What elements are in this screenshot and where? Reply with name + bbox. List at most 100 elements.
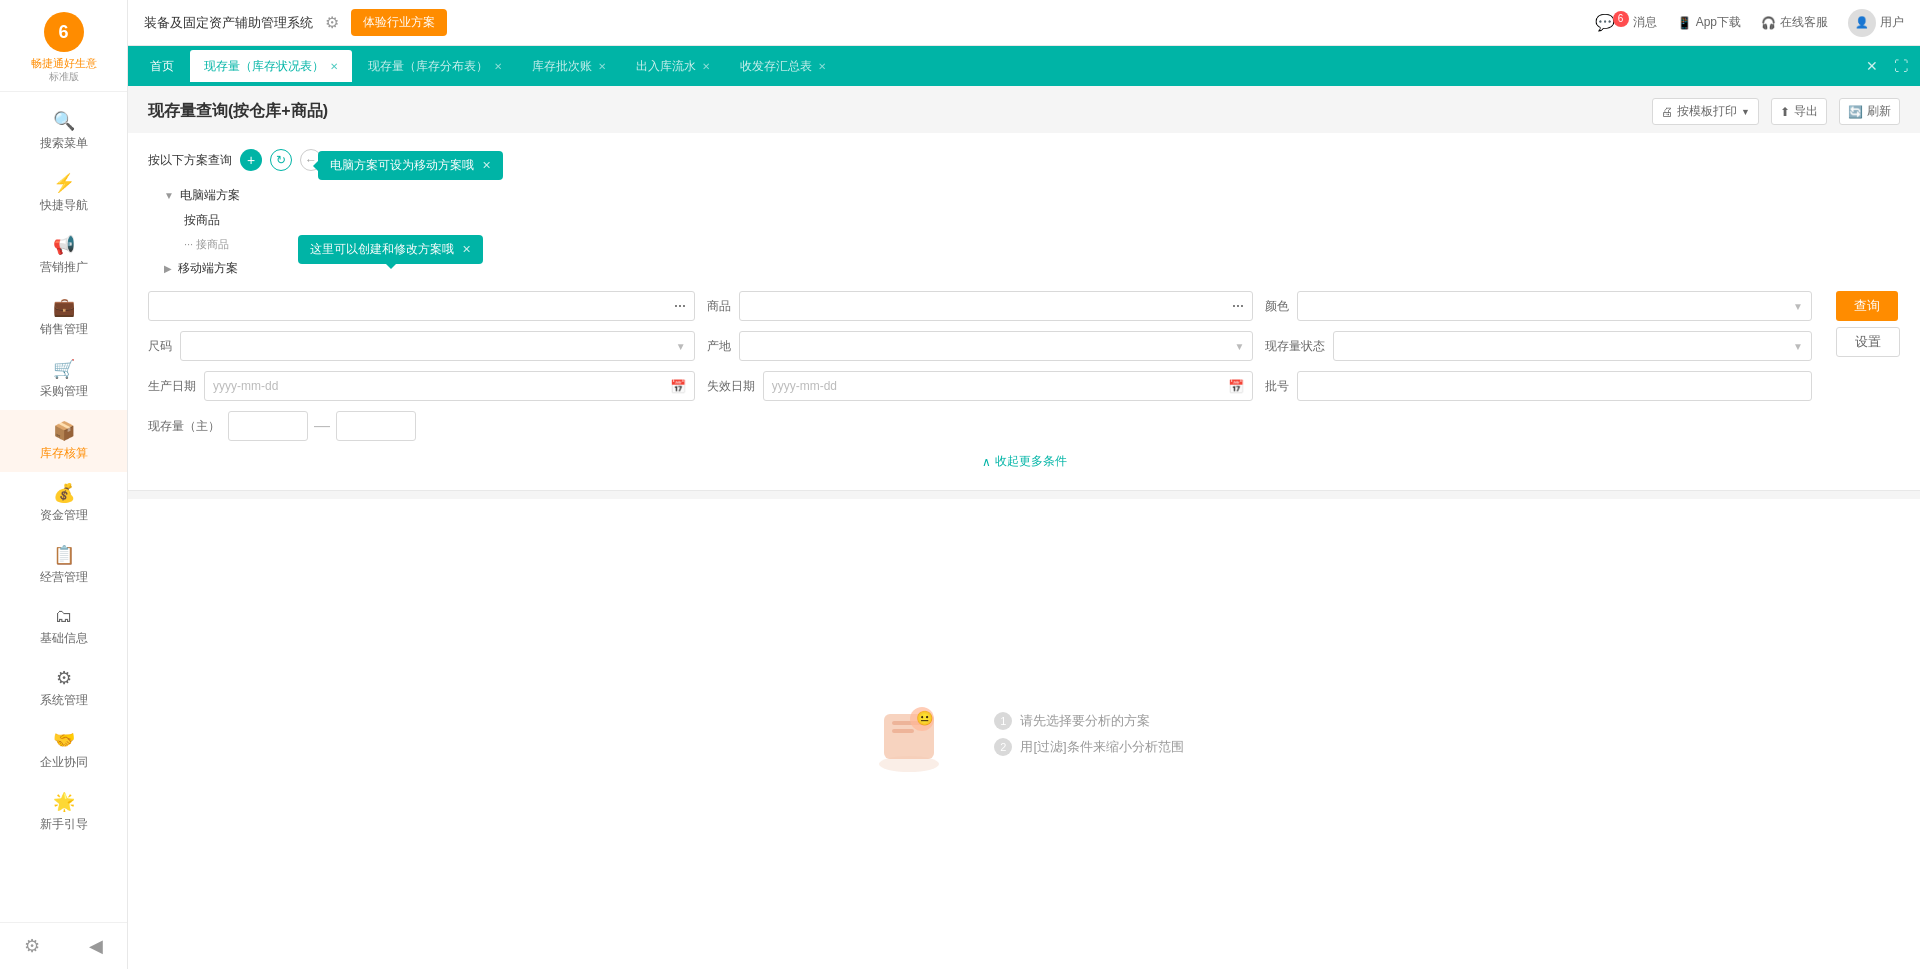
sidebar-item-marketing[interactable]: 📢 营销推广 — [0, 224, 127, 286]
sidebar-item-sales[interactable]: 💼 销售管理 — [0, 286, 127, 348]
filter-scheme-row: 按以下方案查询 + ↻ ← 电脑方案可设为移动方案哦 ✕ — [148, 149, 1900, 171]
messages-btn[interactable]: 💬 6 消息 — [1595, 13, 1657, 32]
size-arrow-icon: ▼ — [676, 341, 686, 352]
refresh-btn[interactable]: 🔄 刷新 — [1839, 98, 1900, 125]
add-scheme-btn[interactable]: + — [240, 149, 262, 171]
collapse-conditions-btn[interactable]: ∧ 收起更多条件 — [148, 445, 1900, 474]
chevron-down-icon: ▼ — [1741, 107, 1750, 117]
sidebar-item-label-quick-nav: 快捷导航 — [40, 197, 88, 214]
svg-text:😐: 😐 — [916, 710, 934, 727]
pc-scheme-group[interactable]: ▼ 电脑端方案 — [156, 183, 1900, 208]
batch-label: 批号 — [1265, 378, 1289, 395]
finance-icon: 💰 — [53, 482, 75, 504]
export-icon: ⬆ — [1780, 105, 1790, 119]
prod-date-placeholder: yyyy-mm-dd — [213, 379, 278, 393]
tab-home[interactable]: 首页 — [136, 50, 188, 82]
chevron-up-icon: ∧ — [982, 455, 991, 469]
sidebar-collapse-icon[interactable]: ◀ — [89, 935, 103, 957]
sidebar-item-quick-nav[interactable]: ⚡ 快捷导航 — [0, 162, 127, 224]
inventory-main-from[interactable] — [228, 411, 308, 441]
filter-row-4: 现存量（主） — — [148, 411, 1812, 441]
goods-select[interactable]: ⋯ — [739, 291, 1254, 321]
sidebar-item-purchase[interactable]: 🛒 采购管理 — [0, 348, 127, 410]
origin-select[interactable]: ▼ — [739, 331, 1254, 361]
guide-icon: 🌟 — [53, 791, 75, 813]
inventory-main-label: 现存量（主） — [148, 418, 220, 435]
warehouse-select[interactable]: ⋯ — [148, 291, 695, 321]
tooltip1-close[interactable]: ✕ — [482, 159, 491, 172]
size-select[interactable]: ▼ — [180, 331, 695, 361]
pc-scheme-label: 电脑端方案 — [180, 187, 240, 204]
scheme-tree-container: ▼ 电脑端方案 按商品 ··· 接商品 ▶ 移动端方案 — [148, 183, 1900, 281]
sidebar-item-enterprise[interactable]: 🤝 企业协同 — [0, 719, 127, 781]
inventory-status-select[interactable]: ▼ — [1333, 331, 1812, 361]
sidebar-item-system[interactable]: ⚙ 系统管理 — [0, 657, 127, 719]
sidebar-item-label-sales: 销售管理 — [40, 321, 88, 338]
refresh-scheme-btn[interactable]: ↻ — [270, 149, 292, 171]
sidebar-item-finance[interactable]: 💰 资金管理 — [0, 472, 127, 534]
scheme-tree: ▼ 电脑端方案 按商品 ··· 接商品 ▶ 移动端方案 — [156, 183, 1900, 281]
filter-goods: 商品 ⋯ — [707, 291, 1254, 321]
tab-batch-ledger[interactable]: 库存批次账 ✕ — [518, 50, 620, 82]
size-label: 尺码 — [148, 338, 172, 355]
prod-date-label: 生产日期 — [148, 378, 196, 395]
app-download-btn[interactable]: 📱 App下载 — [1677, 14, 1741, 31]
tab-batch-ledger-close[interactable]: ✕ — [598, 61, 606, 72]
search-button[interactable]: 查询 — [1836, 291, 1898, 321]
search-icon: 🔍 — [53, 110, 75, 132]
fullscreen-icon[interactable]: ⛶ — [1890, 54, 1912, 78]
online-support-btn[interactable]: 🎧 在线客服 — [1761, 14, 1828, 31]
tab-inventory-status[interactable]: 现存量（库存状况表） ✕ — [190, 50, 352, 82]
sidebar-item-operations[interactable]: 📋 经营管理 — [0, 534, 127, 596]
pc-scheme-goods-label: 按商品 — [184, 212, 220, 229]
inventory-main-to[interactable] — [336, 411, 416, 441]
range-separator: — — [314, 417, 330, 435]
sidebar-item-label-guide: 新手引导 — [40, 816, 88, 833]
sidebar-item-search[interactable]: 🔍 搜索菜单 — [0, 100, 127, 162]
origin-arrow-icon: ▼ — [1234, 341, 1244, 352]
base-icon: 🗂 — [55, 606, 73, 627]
filter-prod-date: 生产日期 yyyy-mm-dd 📅 — [148, 371, 695, 401]
empty-illustration: 😐 — [864, 689, 954, 779]
expire-date-input[interactable]: yyyy-mm-dd 📅 — [763, 371, 1254, 401]
experience-button[interactable]: 体验行业方案 — [351, 9, 447, 36]
sidebar-settings-icon[interactable]: ⚙ — [24, 935, 40, 957]
svg-rect-3 — [892, 729, 914, 733]
sidebar-item-base[interactable]: 🗂 基础信息 — [0, 596, 127, 657]
tooltip2-text: 这里可以创建和修改方案哦 — [310, 241, 454, 258]
reset-button[interactable]: 设置 — [1836, 327, 1900, 357]
user-btn[interactable]: 👤 用户 — [1848, 9, 1904, 37]
export-btn[interactable]: ⬆ 导出 — [1771, 98, 1827, 125]
tab-in-out-flow-close[interactable]: ✕ — [702, 61, 710, 72]
purchase-icon: 🛒 — [53, 358, 75, 380]
tab-inventory-dist-close[interactable]: ✕ — [494, 61, 502, 72]
system-name: 装备及固定资产辅助管理系统 — [144, 14, 313, 32]
tab-receipt-summary[interactable]: 收发存汇总表 ✕ — [726, 50, 840, 82]
tab-receipt-summary-close[interactable]: ✕ — [818, 61, 826, 72]
color-select[interactable]: ▼ — [1297, 291, 1812, 321]
page: 现存量查询(按仓库+商品) 🖨 按模板打印 ▼ ⬆ 导出 🔄 刷新 — [128, 86, 1920, 969]
filter-row-1: ⋯ 商品 ⋯ 颜色 — [148, 291, 1812, 321]
step2-text: 用[过滤]条件来缩小分析范围 — [1020, 738, 1183, 756]
tab-in-out-flow[interactable]: 出入库流水 ✕ — [622, 50, 724, 82]
filter-area: 按以下方案查询 + ↻ ← 电脑方案可设为移动方案哦 ✕ ▼ 电脑端方案 — [128, 133, 1920, 491]
close-all-tabs-icon[interactable]: ✕ — [1862, 54, 1882, 78]
topbar-settings-icon[interactable]: ⚙ — [325, 13, 339, 32]
prod-date-input[interactable]: yyyy-mm-dd 📅 — [204, 371, 695, 401]
sidebar-item-label-operations: 经营管理 — [40, 569, 88, 586]
tab-inventory-dist[interactable]: 现存量（库存分布表） ✕ — [354, 50, 516, 82]
sidebar-item-inventory[interactable]: 📦 库存核算 — [0, 410, 127, 472]
page-header: 现存量查询(按仓库+商品) 🖨 按模板打印 ▼ ⬆ 导出 🔄 刷新 — [128, 86, 1920, 133]
pc-scheme-item-goods[interactable]: 按商品 — [156, 208, 1900, 233]
tooltip2-close[interactable]: ✕ — [462, 243, 471, 256]
goods-label: 商品 — [707, 298, 731, 315]
tab-inventory-status-close[interactable]: ✕ — [330, 61, 338, 72]
sidebar-item-label-inventory: 库存核算 — [40, 445, 88, 462]
sidebar-item-label-search: 搜索菜单 — [40, 135, 88, 152]
origin-label: 产地 — [707, 338, 731, 355]
template-print-btn[interactable]: 🖨 按模板打印 ▼ — [1652, 98, 1759, 125]
sidebar-item-guide[interactable]: 🌟 新手引导 — [0, 781, 127, 843]
batch-input[interactable] — [1297, 371, 1812, 401]
filter-fields: ⋯ 商品 ⋯ 颜色 — [148, 291, 1812, 445]
arrow-down-icon: ▼ — [164, 190, 174, 201]
